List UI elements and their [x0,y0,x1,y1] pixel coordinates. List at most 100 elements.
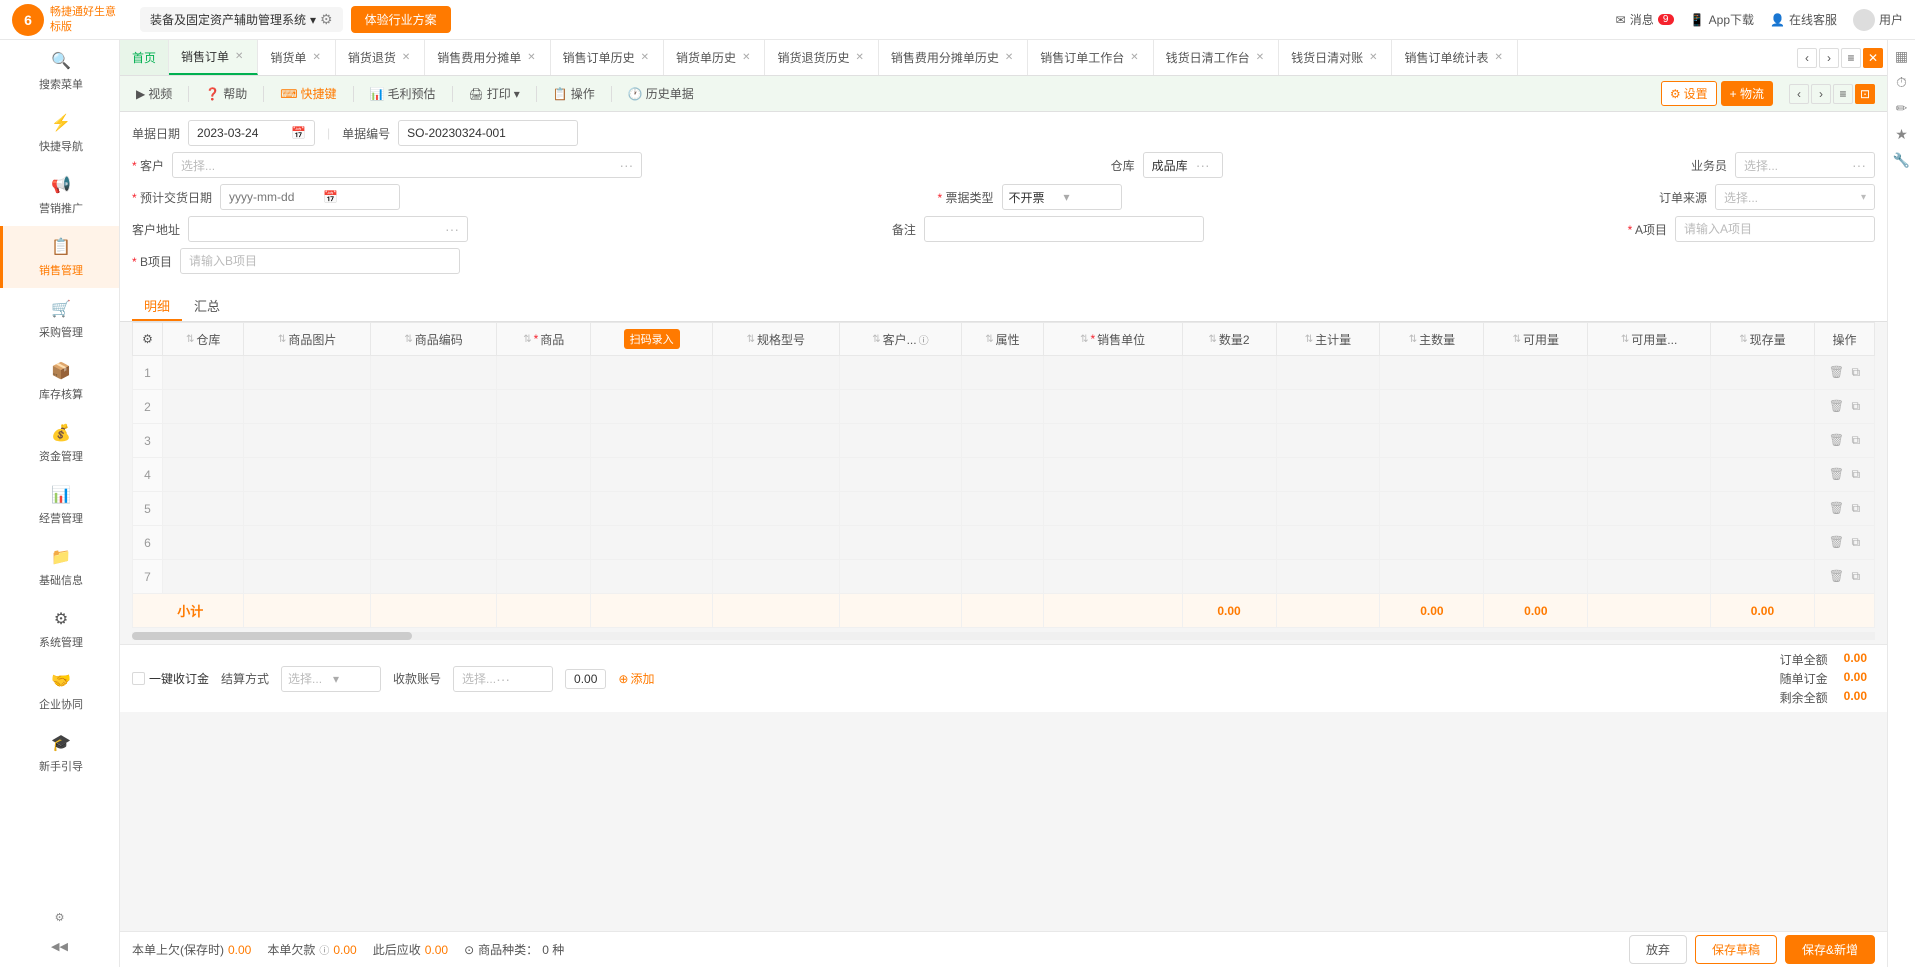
row-attributes-5[interactable] [962,492,1043,526]
record-prev-btn[interactable]: ‹ [1789,84,1809,104]
right-panel-btn-5[interactable]: 🔧 [1890,148,1914,172]
sidebar-item-9[interactable]: ⚙ 系统管理 [0,598,119,660]
right-panel-btn-3[interactable]: ✏ [1890,96,1914,120]
staff-dots[interactable]: ··· [1852,157,1866,173]
row-scan-7[interactable] [591,560,713,594]
row-product-image-2[interactable] [244,390,370,424]
row-customer-code-1[interactable] [839,356,962,390]
invoice-select[interactable]: 不开票 ▾ [1002,184,1122,210]
help-btn[interactable]: ❓ 帮助 [201,83,251,104]
discard-btn[interactable]: 放弃 [1629,935,1687,964]
right-panel-btn-4[interactable]: ★ [1890,122,1914,146]
row-spec-3[interactable] [713,424,839,458]
single-date-input[interactable]: 📅 [188,120,315,146]
row-customer-code-4[interactable] [839,458,962,492]
profit-btn[interactable]: 📊 毛利预估 [366,83,440,104]
tab-6[interactable]: 销货单历史✕ [664,40,765,75]
customer-dots[interactable]: ··· [619,157,633,173]
row-product-name-5[interactable] [497,492,591,526]
row-customer-code-7[interactable] [839,560,962,594]
row-scan-1[interactable] [591,356,713,390]
sidebar-item-11[interactable]: 🎓 新手引导 [0,722,119,784]
row-sales-unit-6[interactable] [1043,526,1182,560]
row-attributes-3[interactable] [962,424,1043,458]
row-sales-unit-2[interactable] [1043,390,1182,424]
sidebar-item-0[interactable]: 🔍 搜索菜单 [0,40,119,102]
warehouse-dots[interactable]: ··· [1196,157,1210,173]
row-copy-5[interactable]: ⧉ [1852,501,1861,515]
sidebar-item-1[interactable]: ⚡ 快捷导航 [0,102,119,164]
table-scrollbar[interactable] [132,632,1875,640]
row-scan-3[interactable] [591,424,713,458]
row-warehouse-6[interactable] [163,526,244,560]
scroll-thumb[interactable] [132,632,412,640]
row-delete-3[interactable]: 🗑 [1829,433,1844,447]
row-warehouse-7[interactable] [163,560,244,594]
row-available2-6[interactable] [1588,526,1711,560]
sidebar-item-7[interactable]: 📊 经营管理 [0,474,119,536]
row-spec-7[interactable] [713,560,839,594]
tab-close-9[interactable]: ✕ [1128,52,1140,63]
tab-summary[interactable]: 汇总 [182,292,232,321]
tab-close-6[interactable]: ✕ [740,52,752,63]
industry-btn[interactable]: 体验行业方案 [351,6,451,33]
tab-11[interactable]: 钱货日清对账✕ [1279,40,1392,75]
messages-btn[interactable]: ✉ 消息 9 [1616,11,1674,28]
row-stock-7[interactable] [1710,560,1814,594]
row-available-3[interactable] [1484,424,1588,458]
row-stock-1[interactable] [1710,356,1814,390]
project-b-input[interactable]: 请输入B项目 [180,248,460,274]
row-customer-code-6[interactable] [839,526,962,560]
row-copy-4[interactable]: ⧉ [1852,467,1861,481]
row-product-image-4[interactable] [244,458,370,492]
calendar-icon[interactable]: 📅 [291,126,306,140]
row-scan-2[interactable] [591,390,713,424]
row-warehouse-5[interactable] [163,492,244,526]
row-attributes-2[interactable] [962,390,1043,424]
row-qty2-7[interactable] [1182,560,1276,594]
record-next-btn[interactable]: › [1811,84,1831,104]
sidebar-item-5[interactable]: 📦 库存核算 [0,350,119,412]
row-scan-6[interactable] [591,526,713,560]
tab-close-12[interactable]: ✕ [1493,52,1505,63]
row-sales-unit-5[interactable] [1043,492,1182,526]
tab-3[interactable]: 销货退货✕ [336,40,425,75]
row-copy-1[interactable]: ⧉ [1852,365,1861,379]
row-product-code-7[interactable] [370,560,496,594]
row-product-code-1[interactable] [370,356,496,390]
delivery-date-input[interactable]: 📅 [220,184,400,210]
row-product-name-2[interactable] [497,390,591,424]
row-qty2-3[interactable] [1182,424,1276,458]
row-available2-1[interactable] [1588,356,1711,390]
row-product-image-5[interactable] [244,492,370,526]
row-stock-3[interactable] [1710,424,1814,458]
tab-close-5[interactable]: ✕ [639,52,651,63]
tab-close-3[interactable]: ✕ [400,52,412,63]
tab-close-2[interactable]: ✕ [310,52,322,63]
row-main-unit-3[interactable] [1276,424,1380,458]
row-delete-6[interactable]: 🗑 [1829,535,1844,549]
address-dots[interactable]: ··· [445,221,459,237]
row-delete-2[interactable]: 🗑 [1829,399,1844,413]
row-main-qty-7[interactable] [1380,560,1484,594]
list-view-btn[interactable]: ≡ [1833,84,1853,104]
row-product-image-7[interactable] [244,560,370,594]
row-product-code-6[interactable] [370,526,496,560]
operation-btn[interactable]: 📋 操作 [549,83,599,104]
tab-9[interactable]: 销售订单工作台✕ [1028,40,1153,75]
row-scan-4[interactable] [591,458,713,492]
row-product-image-3[interactable] [244,424,370,458]
row-main-unit-5[interactable] [1276,492,1380,526]
tab-0[interactable]: 首页 [120,40,169,75]
row-main-unit-6[interactable] [1276,526,1380,560]
sidebar-item-6[interactable]: 💰 资金管理 [0,412,119,474]
row-qty2-2[interactable] [1182,390,1276,424]
sidebar-item-4[interactable]: 🛒 采购管理 [0,288,119,350]
row-main-unit-1[interactable] [1276,356,1380,390]
row-stock-4[interactable] [1710,458,1814,492]
row-available2-5[interactable] [1588,492,1711,526]
row-qty2-1[interactable] [1182,356,1276,390]
gear-icon[interactable]: ⚙ [320,11,333,28]
row-available-5[interactable] [1484,492,1588,526]
row-available-1[interactable] [1484,356,1588,390]
